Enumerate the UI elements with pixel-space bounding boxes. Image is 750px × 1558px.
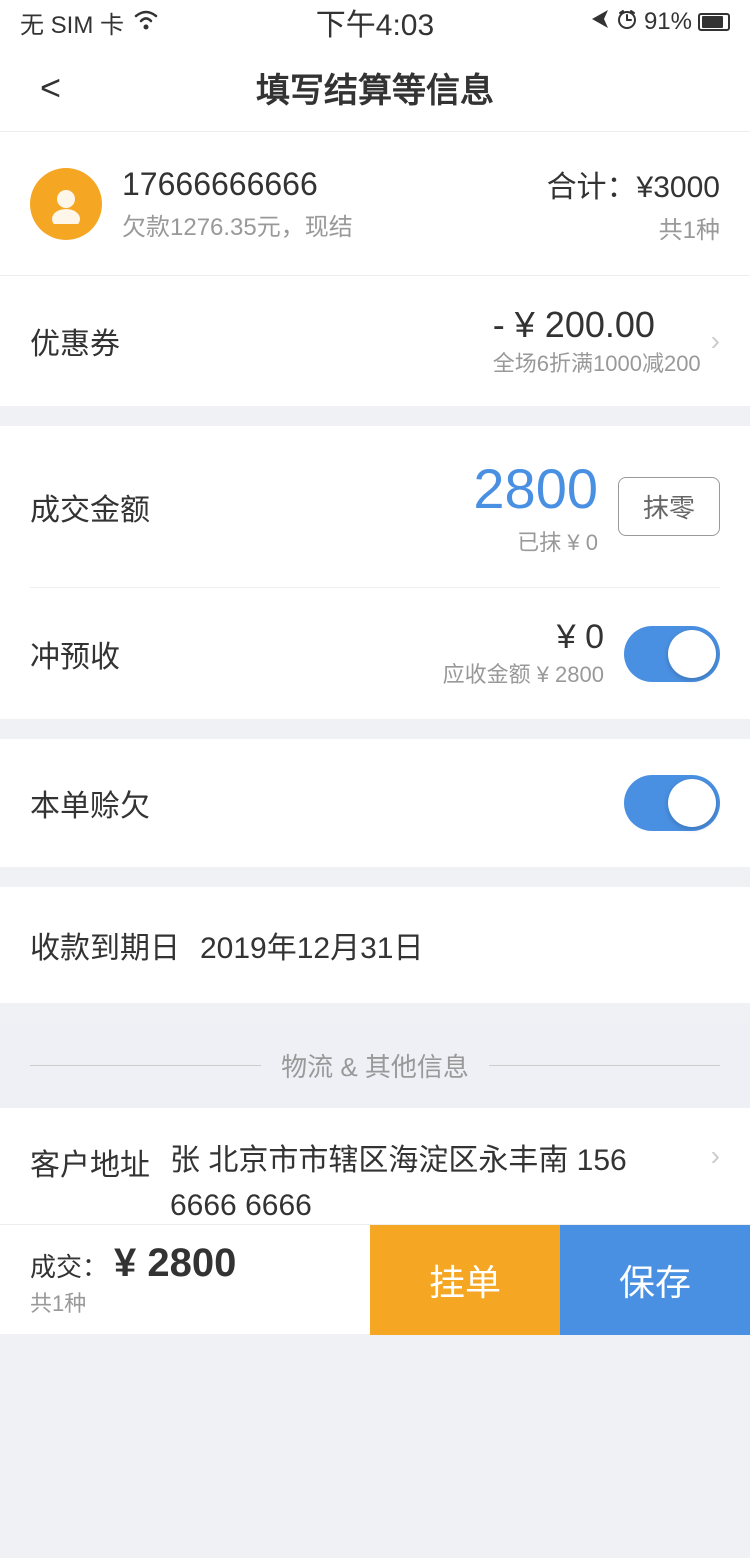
wifi-icon — [132, 8, 160, 37]
debt-label: 本单赊欠 — [30, 781, 150, 825]
divider-line-right — [489, 1065, 720, 1066]
alarm-icon — [616, 8, 638, 37]
coupon-right: - ¥ 200.00 全场6折满1000减200 › — [493, 304, 720, 378]
total-count: 共1种 — [547, 210, 720, 245]
prepay-row: 冲预收 ¥ 0 应收金额 ¥ 2800 — [30, 588, 720, 719]
user-phone: 17666666666 — [122, 166, 353, 203]
battery-icon — [698, 13, 730, 31]
address-label: 客户地址 — [30, 1138, 150, 1184]
address-value: 张 北京市市辖区海淀区永丰南 156 6666 6666 — [170, 1138, 701, 1228]
amount-label: 成交金额 — [30, 485, 150, 529]
user-left: 17666666666 欠款1276.35元，现结 — [30, 166, 353, 242]
user-details: 17666666666 欠款1276.35元，现结 — [122, 166, 353, 242]
amount-value: 2800 — [473, 456, 598, 521]
nav-bar: < 填写结算等信息 — [0, 44, 750, 132]
status-time: 下午4:03 — [316, 0, 434, 44]
duedate-section: 收款到期日 2019年12月31日 — [0, 887, 750, 1003]
debt-section: 本单赊欠 — [0, 739, 750, 867]
bottom-deal-row: 成交： ¥ 2800 — [30, 1241, 340, 1286]
bottom-count: 共1种 — [30, 1286, 340, 1318]
address-chevron-icon: › — [711, 1138, 720, 1172]
coupon-discount: - ¥ 200.00 — [493, 304, 701, 346]
location-icon — [590, 8, 610, 37]
save-button[interactable]: 保存 — [560, 1225, 750, 1335]
status-right: 91% — [590, 8, 730, 37]
amount-section: 成交金额 2800 已抹 ¥ 0 抹零 冲预收 ¥ 0 应收金额 ¥ 2800 — [0, 426, 750, 719]
content: 17666666666 欠款1276.35元，现结 合计：¥3000 共1种 优… — [0, 132, 750, 1558]
duedate-value: 2019年12月31日 — [200, 923, 423, 967]
prepay-amount-block: ¥ 0 应收金额 ¥ 2800 — [443, 618, 604, 689]
divider-line-left — [30, 1065, 261, 1066]
user-info-section: 17666666666 欠款1276.35元，现结 合计：¥3000 共1种 优… — [0, 132, 750, 406]
chevron-right-icon: › — [711, 325, 720, 357]
coupon-discount-block: - ¥ 200.00 全场6折满1000减200 — [493, 304, 701, 378]
debt-row: 本单赊欠 — [30, 739, 720, 867]
user-total: 合计：¥3000 共1种 — [547, 162, 720, 245]
bottom-info: 成交： ¥ 2800 共1种 — [0, 1241, 370, 1318]
prepay-label: 冲预收 — [30, 632, 120, 676]
toggle-knob — [668, 630, 716, 678]
round-button[interactable]: 抹零 — [618, 477, 720, 536]
divider-row: 物流 & 其他信息 — [0, 1023, 750, 1108]
amount-value-block: 2800 已抹 ¥ 0 — [473, 456, 598, 557]
prepay-toggle[interactable] — [624, 626, 720, 682]
debt-toggle-knob — [668, 779, 716, 827]
debt-toggle[interactable] — [624, 775, 720, 831]
coupon-desc: 全场6折满1000减200 — [493, 346, 701, 378]
back-button[interactable]: < — [30, 57, 71, 119]
user-info-row: 17666666666 欠款1276.35元，现结 合计：¥3000 共1种 — [0, 132, 750, 275]
coupon-label: 优惠券 — [30, 319, 120, 363]
bottom-deal-label: 成交： — [30, 1247, 108, 1284]
duedate-row: 收款到期日 2019年12月31日 — [30, 887, 720, 1003]
prepay-right: ¥ 0 应收金额 ¥ 2800 — [443, 618, 720, 689]
divider-text: 物流 & 其他信息 — [281, 1047, 469, 1084]
amount-right: 2800 已抹 ¥ 0 抹零 — [473, 456, 720, 557]
coupon-row[interactable]: 优惠券 - ¥ 200.00 全场6折满1000减200 › — [0, 275, 750, 406]
battery-text: 91% — [644, 8, 692, 36]
bottom-bar: 成交： ¥ 2800 共1种 挂单 保存 — [0, 1224, 750, 1334]
hang-button[interactable]: 挂单 — [370, 1225, 560, 1335]
status-bar: 无 SIM 卡 下午4:03 91% — [0, 0, 750, 44]
amount-sub: 已抹 ¥ 0 — [473, 525, 598, 557]
bottom-amount: ¥ 2800 — [114, 1241, 236, 1286]
avatar — [30, 168, 102, 240]
amount-row: 成交金额 2800 已抹 ¥ 0 抹零 — [30, 426, 720, 588]
divider-section: 物流 & 其他信息 — [0, 1023, 750, 1108]
prepay-value: ¥ 0 — [443, 618, 604, 657]
page-title: 填写结算等信息 — [256, 63, 494, 112]
status-left: 无 SIM 卡 — [20, 5, 160, 40]
carrier-text: 无 SIM 卡 — [20, 5, 124, 40]
user-sub: 欠款1276.35元，现结 — [122, 207, 353, 242]
duedate-label: 收款到期日 — [30, 923, 180, 967]
prepay-receivable: 应收金额 ¥ 2800 — [443, 657, 604, 689]
total-amount: 合计：¥3000 — [547, 162, 720, 206]
